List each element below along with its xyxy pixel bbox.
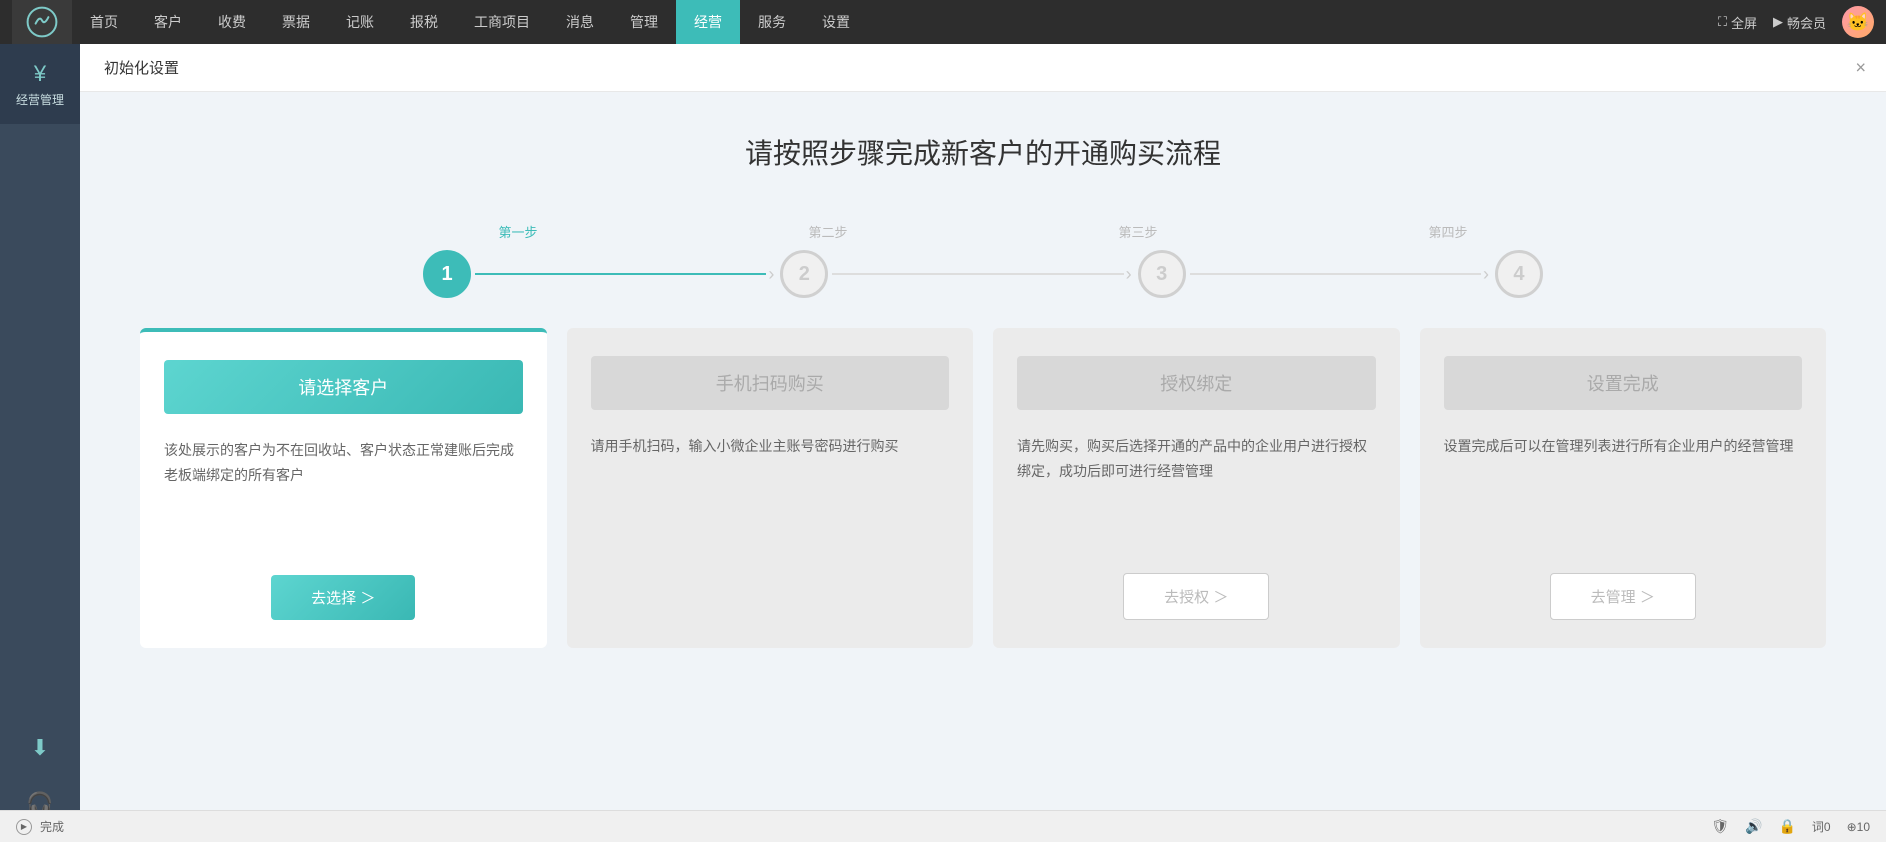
step-circle-1: 1 [423,250,471,298]
lock-icon: 🔒 [1778,818,1795,835]
main-content: 初始化设置 × 请按照步骤完成新客户的开通购买流程 第一步 第二步 第三步 [80,44,1886,842]
step-node-4: 4 [1495,250,1543,298]
step-node-1: 1 [423,250,471,298]
nav-service[interactable]: 服务 [740,0,804,44]
step-label-3: 第三步 [983,222,1293,242]
card-desc-4: 设置完成后可以在管理列表进行所有企业用户的经营管理 [1444,434,1803,533]
nav-accounting[interactable]: 记账 [328,0,392,44]
app-logo[interactable] [12,0,72,44]
main-layout: ¥ 经营管理 ⬇ 🎧 初始化设置 × 请按照步骤完成新客户的开通购买流程 第一步 [0,44,1886,842]
status-text: 完成 [40,818,64,835]
step-card-3: 授权绑定 请先购买，购买后选择开通的产品中的企业用户进行授权绑定，成功后即可进行… [993,328,1400,648]
play-button[interactable]: ▶ [16,819,32,835]
counter-display: 词0 [1812,818,1831,835]
card-desc-1: 该处展示的客户为不在回收站、客户状态正常建账后完成老板端绑定的所有客户 [164,438,523,535]
card-title-2: 手机扫码购买 [591,356,950,410]
yen-icon: ¥ [34,61,46,87]
flow-title: 请按照步骤完成新客户的开通购买流程 [140,132,1826,172]
step-circle-3: 3 [1138,250,1186,298]
step-card-4: 设置完成 设置完成后可以在管理列表进行所有企业用户的经营管理 去管理 ＞ [1420,328,1827,648]
step-circle-2: 2 [780,250,828,298]
page-header: 初始化设置 × [80,44,1886,92]
step-line-3: › [1190,264,1491,285]
step-label-1: 第一步 [363,222,673,242]
card-btn-wrap-1: 去选择 ＞ [164,575,523,620]
nav-tax[interactable]: 报税 [392,0,456,44]
step-line-2: › [832,264,1133,285]
card-title-4: 设置完成 [1444,356,1803,410]
nav-manage[interactable]: 管理 [612,0,676,44]
card-desc-2: 请用手机扫码，输入小微企业主账号密码进行购买 [591,434,950,580]
step-node-3: 3 [1138,250,1186,298]
go-manage-button[interactable]: 去管理 ＞ [1550,573,1696,620]
bottom-bar: ▶ 完成 🛡 🔊 🔒 词0 ⊕10 [0,810,1886,842]
card-desc-3: 请先购买，购买后选择开通的产品中的企业用户进行授权绑定，成功后即可进行经营管理 [1017,434,1376,533]
member-button[interactable]: ▶ 畅会员 [1773,13,1826,32]
stepper-container: 第一步 第二步 第三步 第四步 1 [283,222,1683,298]
step-line-1: › [475,264,776,285]
nav-right-area: ⛶ 全屏 ▶ 畅会员 🐱 [1718,6,1874,38]
step-card-2: 手机扫码购买 请用手机扫码，输入小微企业主账号密码进行购买 [567,328,974,648]
nav-business[interactable]: 工商项目 [456,0,548,44]
download-sidebar-icon[interactable]: ⬇ [22,730,58,766]
top-navigation: 首页 客户 收费 票据 记账 报税 工商项目 消息 管理 经营 服务 设置 ⛶ … [0,0,1886,44]
go-select-button[interactable]: 去选择 ＞ [271,575,415,620]
nav-fee[interactable]: 收费 [200,0,264,44]
sidebar-item-operation[interactable]: ¥ 经营管理 [0,44,80,124]
sidebar: ¥ 经营管理 ⬇ 🎧 [0,44,80,842]
card-title-3: 授权绑定 [1017,356,1376,410]
page-title: 初始化设置 [104,57,179,78]
nav-items: 首页 客户 收费 票据 记账 报税 工商项目 消息 管理 经营 服务 设置 [72,0,1718,44]
step-circle-4: 4 [1495,250,1543,298]
step-label-2: 第二步 [673,222,983,242]
user-avatar[interactable]: 🐱 [1842,6,1874,38]
nav-customer[interactable]: 客户 [136,0,200,44]
bottom-right: 🛡 🔊 🔒 词0 ⊕10 [1711,818,1870,835]
bottom-left: ▶ 完成 [16,818,64,835]
nav-settings[interactable]: 设置 [804,0,868,44]
go-authorize-button[interactable]: 去授权 ＞ [1123,573,1269,620]
zoom-display: ⊕10 [1847,820,1870,834]
fullscreen-button[interactable]: ⛶ 全屏 [1718,13,1757,32]
close-button[interactable]: × [1855,57,1866,78]
step-card-1: 请选择客户 该处展示的客户为不在回收站、客户状态正常建账后完成老板端绑定的所有客… [140,328,547,648]
volume-icon: 🔊 [1745,818,1762,835]
card-btn-wrap-4: 去管理 ＞ [1444,573,1803,620]
nav-message[interactable]: 消息 [548,0,612,44]
nav-home[interactable]: 首页 [72,0,136,44]
fullscreen-icon: ⛶ [1718,14,1727,30]
step-track-row: 1 › 2 › [283,250,1683,298]
step-label-4: 第四步 [1293,222,1603,242]
nav-operation[interactable]: 经营 [676,0,740,44]
card-btn-wrap-3: 去授权 ＞ [1017,573,1376,620]
content-area: 请按照步骤完成新客户的开通购买流程 第一步 第二步 第三步 第四步 [80,92,1886,688]
card-title-1: 请选择客户 [164,360,523,414]
member-icon: ▶ [1773,14,1783,30]
step-labels-row: 第一步 第二步 第三步 第四步 [283,222,1683,242]
shield-icon: 🛡 [1711,818,1729,835]
nav-invoice[interactable]: 票据 [264,0,328,44]
cards-row: 请选择客户 该处展示的客户为不在回收站、客户状态正常建账后完成老板端绑定的所有客… [140,328,1826,648]
step-node-2: 2 [780,250,828,298]
